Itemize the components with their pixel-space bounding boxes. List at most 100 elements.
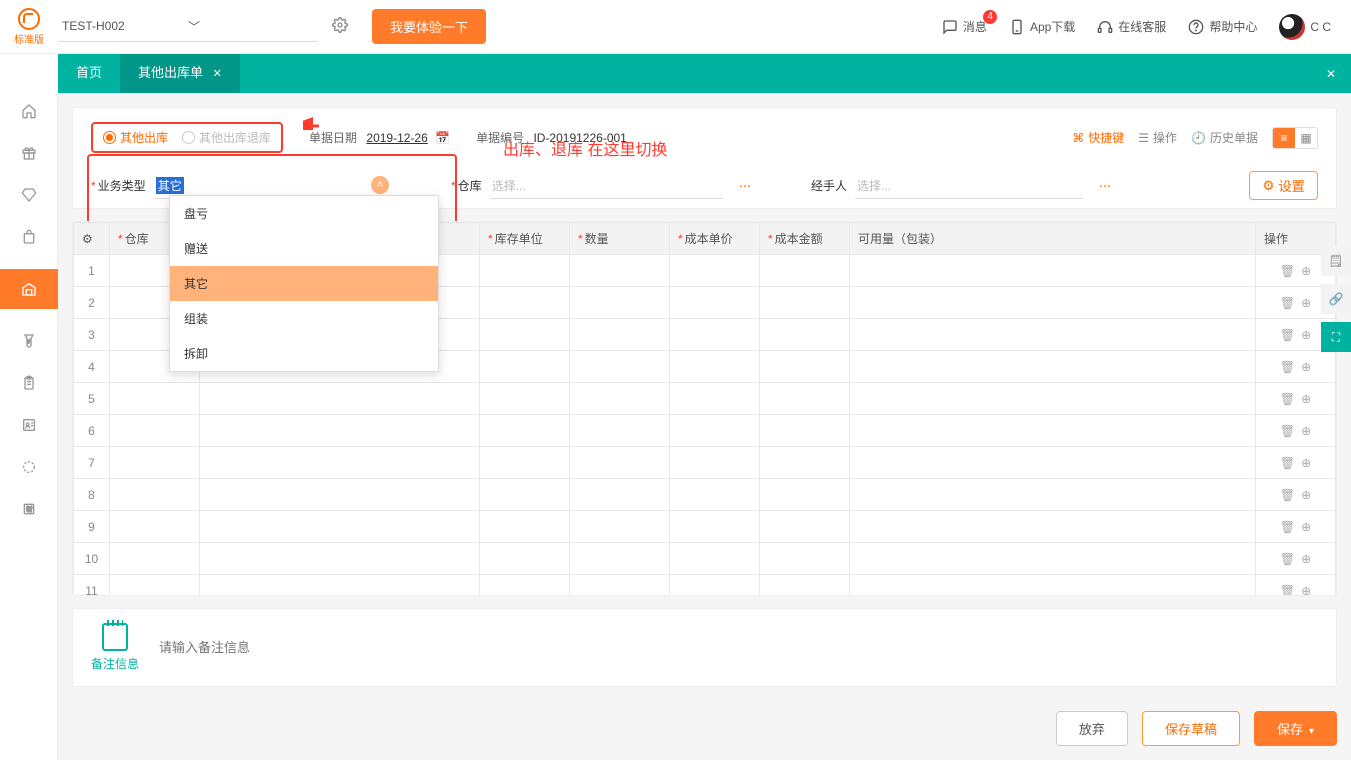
add-row-icon[interactable]: ⊕	[1301, 488, 1311, 502]
doc-no-field: 单据编号 ID-20191226-001	[476, 129, 627, 146]
footer-buttons: 放弃 保存草稿 保存▾	[72, 699, 1337, 746]
tab-home[interactable]: 首页	[58, 54, 120, 93]
biztype-value: 其它	[156, 177, 184, 194]
doc-no-value: ID-20191226-001	[533, 131, 626, 145]
dropdown-option[interactable]: 盘亏	[170, 196, 438, 231]
save-draft-button[interactable]: 保存草稿	[1142, 711, 1240, 746]
close-icon[interactable]: ✕	[213, 68, 222, 80]
settings-button[interactable]: ⚙ 设置	[1249, 171, 1318, 200]
nav-money-icon[interactable]: ¥	[19, 331, 39, 351]
main-area: 其他出库 其他出库退库 单据日期 2019-12-26 📅 单据编号 ID-20…	[58, 93, 1351, 760]
delete-icon[interactable]: 🗑	[1280, 392, 1295, 406]
table-row[interactable]: 5 🗑⊕	[74, 383, 1336, 415]
tab-otheroutbound[interactable]: 其他出库单 ✕	[120, 54, 240, 93]
messages-link[interactable]: 消息 4	[942, 18, 987, 35]
biztype-label: 业务类型	[98, 179, 146, 193]
rail-expand-icon[interactable]: ⛶	[1321, 322, 1351, 352]
doc-date-field[interactable]: 单据日期 2019-12-26 📅	[309, 129, 450, 146]
org-value: TEST-H002	[62, 19, 188, 33]
table-row[interactable]: 6 🗑⊕	[74, 415, 1336, 447]
delete-icon[interactable]: 🗑	[1280, 360, 1295, 374]
more-icon[interactable]: ⋯	[739, 179, 751, 193]
rail-link-icon[interactable]: 🔗	[1321, 284, 1351, 314]
delete-icon[interactable]: 🗑	[1280, 328, 1295, 342]
add-row-icon[interactable]: ⊕	[1301, 328, 1311, 342]
topbar: 标准版 TEST-H002 ﹀ 我要体验一下 消息 4 App下载 在线客服 帮…	[0, 0, 1351, 54]
table-row[interactable]: 8 🗑⊕	[74, 479, 1336, 511]
warehouse-field[interactable]: *仓库 选择... ⋯	[451, 171, 751, 200]
delete-icon[interactable]: 🗑	[1280, 424, 1295, 438]
dropdown-option[interactable]: 赠送	[170, 231, 438, 266]
remark-input[interactable]	[159, 640, 1318, 655]
add-row-icon[interactable]: ⊕	[1301, 456, 1311, 470]
table-row[interactable]: 11 🗑⊕	[74, 575, 1336, 597]
delete-icon[interactable]: 🗑	[1280, 520, 1295, 534]
delete-icon[interactable]: 🗑	[1280, 456, 1295, 470]
nav-contact-icon[interactable]	[19, 415, 39, 435]
add-row-icon[interactable]: ⊕	[1301, 360, 1311, 374]
radio-outbound[interactable]: 其他出库	[103, 129, 168, 146]
save-button[interactable]: 保存▾	[1254, 711, 1337, 746]
user-menu[interactable]: C C	[1279, 14, 1331, 40]
nav-diamond-icon[interactable]	[19, 185, 39, 205]
nav-bag-icon[interactable]	[19, 227, 39, 247]
close-all-tabs[interactable]: ✕	[1311, 54, 1351, 93]
customer-service-link[interactable]: 在线客服	[1097, 18, 1166, 35]
gear-icon[interactable]	[332, 17, 348, 36]
table-row[interactable]: 9 🗑⊕	[74, 511, 1336, 543]
delete-icon[interactable]: 🗑	[1280, 296, 1295, 310]
view-grid-icon[interactable]: ▦	[1295, 128, 1317, 148]
delete-icon[interactable]: 🗑	[1280, 584, 1295, 597]
right-rail: 🗒 🔗 ⛶	[1321, 246, 1351, 352]
dropdown-option[interactable]: 拆卸	[170, 336, 438, 371]
logo-icon	[18, 8, 40, 30]
table-row[interactable]: 7 🗑⊕	[74, 447, 1336, 479]
messages-badge: 4	[983, 10, 997, 24]
delete-icon[interactable]: 🗑	[1280, 488, 1295, 502]
nav-new-icon[interactable]: 新	[19, 499, 39, 519]
app-download-link[interactable]: App下载	[1009, 18, 1075, 35]
handler-field[interactable]: 经手人 选择... ⋯	[811, 171, 1111, 200]
experience-button[interactable]: 我要体验一下	[372, 9, 486, 44]
radio-outbound-return[interactable]: 其他出库退库	[182, 129, 271, 146]
chevron-down-icon: ▾	[1309, 726, 1314, 737]
rail-note-icon[interactable]: 🗒	[1321, 246, 1351, 276]
operate-link[interactable]: ☰ 操作	[1138, 129, 1177, 146]
more-icon[interactable]: ⋯	[1099, 179, 1111, 193]
remark-icon: 备注信息	[91, 623, 139, 672]
view-toggle: ≡ ▦	[1272, 127, 1318, 149]
add-row-icon[interactable]: ⊕	[1301, 392, 1311, 406]
table-row[interactable]: 10 🗑⊕	[74, 543, 1336, 575]
delete-icon[interactable]: 🗑	[1280, 552, 1295, 566]
dropdown-option[interactable]: 组装	[170, 301, 438, 336]
add-row-icon[interactable]: ⊕	[1301, 552, 1311, 566]
discard-button[interactable]: 放弃	[1056, 711, 1128, 746]
history-link[interactable]: 🕘 历史单据	[1191, 129, 1258, 146]
nav-cycle-icon[interactable]	[19, 457, 39, 477]
outbound-type-radios: 其他出库 其他出库退库	[91, 122, 283, 153]
add-row-icon[interactable]: ⊕	[1301, 520, 1311, 534]
dropdown-option-selected[interactable]: 其它	[170, 266, 438, 301]
shortcut-link[interactable]: ⌘ 快捷键	[1072, 129, 1124, 146]
nav-gift-icon[interactable]	[19, 143, 39, 163]
biztype-dropdown: 盘亏 赠送 其它 组装 拆卸	[169, 195, 439, 372]
delete-icon[interactable]: 🗑	[1280, 264, 1295, 278]
help-link[interactable]: 帮助中心	[1188, 18, 1257, 35]
nav-clipboard-icon[interactable]	[19, 373, 39, 393]
view-list-icon[interactable]: ≡	[1273, 128, 1295, 148]
col-gear[interactable]: ⚙	[74, 223, 110, 255]
add-row-icon[interactable]: ⊕	[1301, 264, 1311, 278]
user-name: C C	[1310, 20, 1331, 34]
topbar-right: 消息 4 App下载 在线客服 帮助中心 C C	[942, 14, 1331, 40]
radio-dot-icon	[182, 131, 195, 144]
avatar-icon	[1279, 14, 1305, 40]
chevron-up-icon[interactable]: ˄	[371, 176, 389, 194]
add-row-icon[interactable]: ⊕	[1301, 424, 1311, 438]
radio-dot-icon	[103, 131, 116, 144]
add-row-icon[interactable]: ⊕	[1301, 296, 1311, 310]
calendar-icon[interactable]: 📅	[435, 131, 450, 145]
add-row-icon[interactable]: ⊕	[1301, 584, 1311, 597]
org-select[interactable]: TEST-H002 ﹀	[58, 12, 318, 42]
nav-warehouse-icon[interactable]	[0, 269, 58, 309]
nav-home-icon[interactable]	[19, 101, 39, 121]
